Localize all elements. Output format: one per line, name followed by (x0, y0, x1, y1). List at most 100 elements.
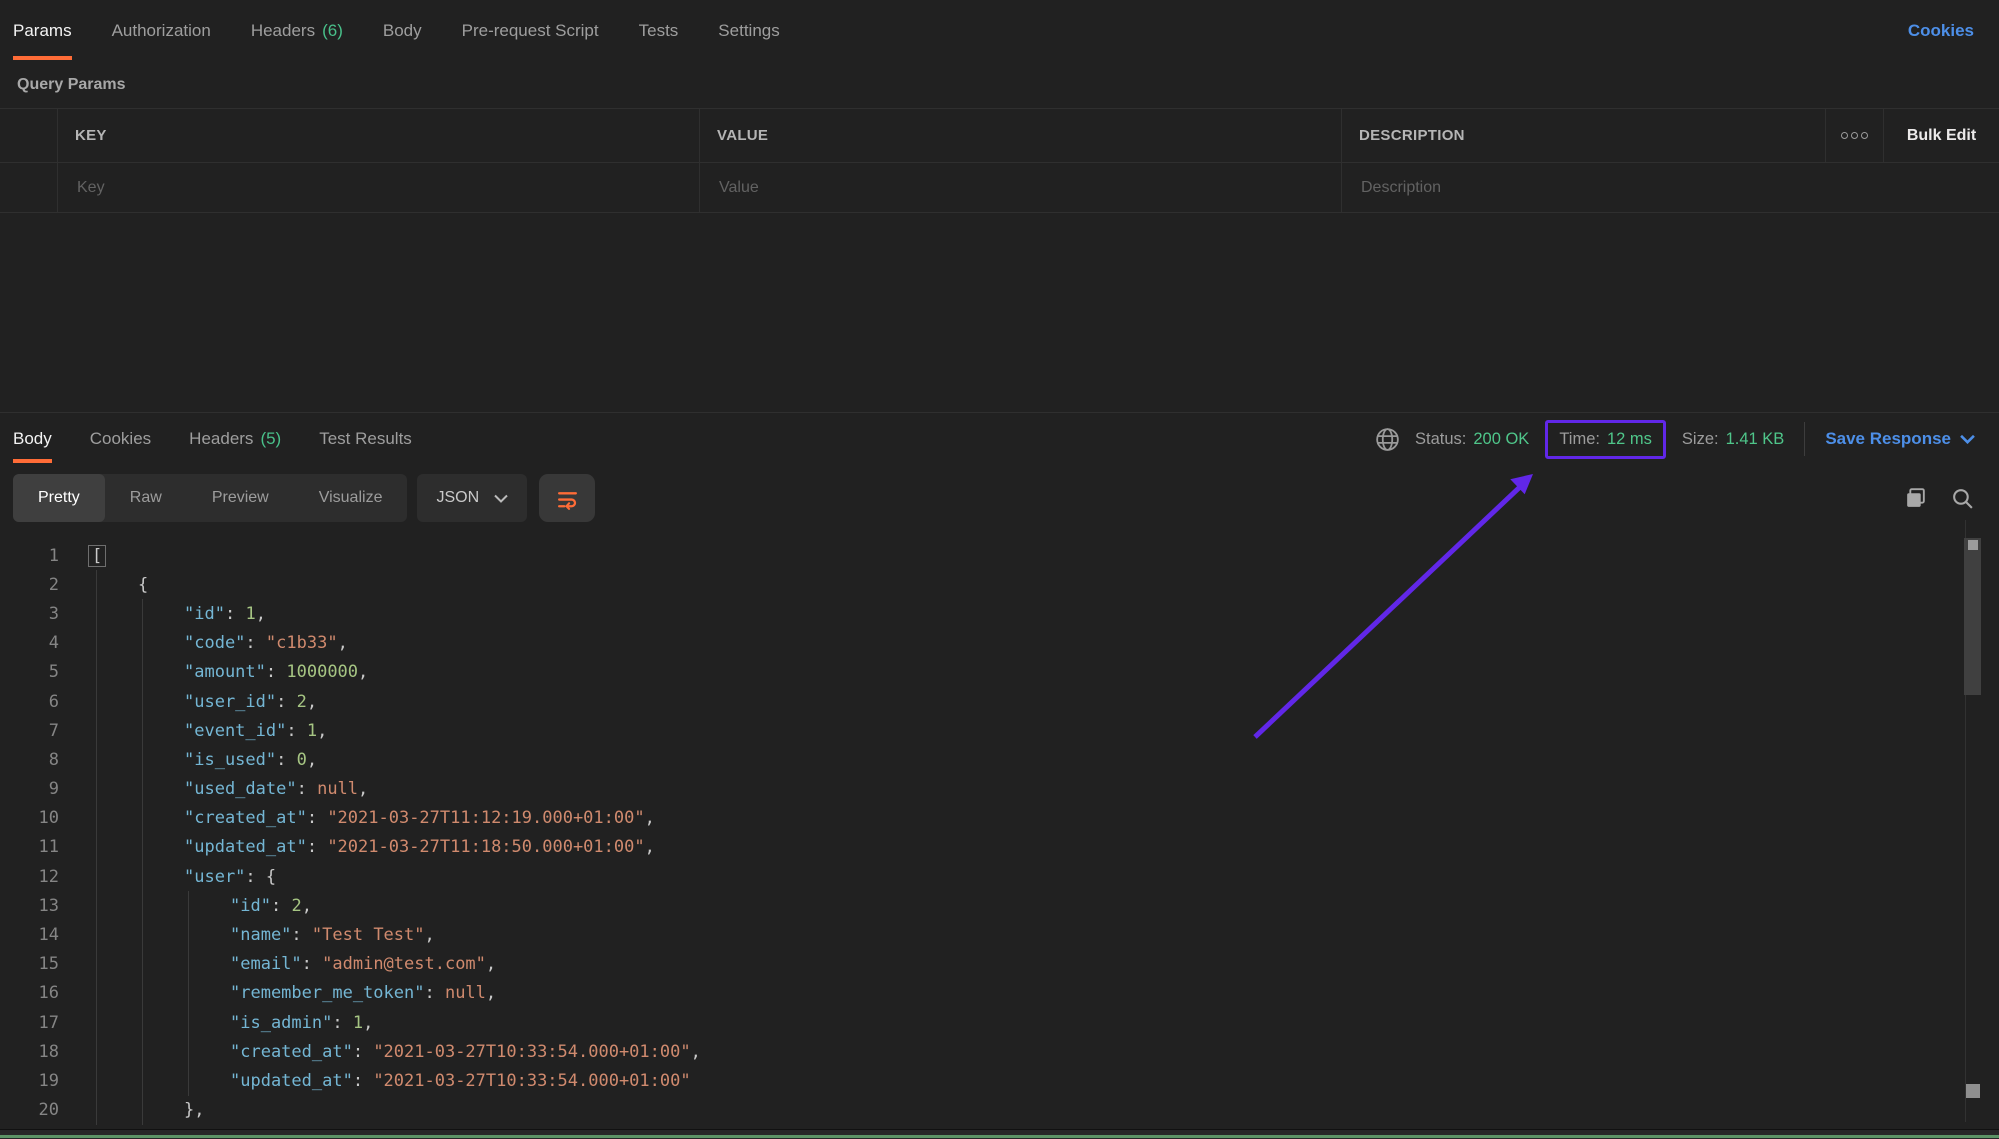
tab-count-badge: (5) (260, 429, 281, 449)
value-input[interactable] (717, 178, 1283, 198)
code-line: 5"amount": 1000000, (0, 658, 1969, 687)
code-cell: "is_used": 0, (76, 745, 1969, 774)
code-text: "name": "Test Test", (76, 925, 435, 945)
code-line: 8"is_used": 0, (0, 745, 1969, 774)
code-text: "created_at": "2021-03-27T11:12:19.000+0… (76, 808, 655, 828)
code-token: : { (245, 867, 276, 887)
tab-label: Params (13, 21, 72, 41)
indent-guide (142, 775, 143, 804)
indent-guide (142, 950, 143, 979)
response-meta: Status: 200 OK Time: 12 ms Size: 1.41 KB… (1374, 420, 1975, 459)
request-tab-settings[interactable]: Settings (718, 0, 779, 62)
indent-guide (142, 979, 143, 1008)
divider (1804, 422, 1805, 456)
code-token: , (486, 983, 496, 1003)
code-line: 18"created_at": "2021-03-27T10:33:54.000… (0, 1037, 1969, 1066)
request-tab-body[interactable]: Body (383, 0, 422, 62)
code-token: , (691, 1042, 701, 1062)
code-text: "id": 2, (76, 896, 312, 916)
view-mode-raw[interactable]: Raw (105, 474, 187, 522)
code-token: "2021-03-27T11:18:50.000+01:00" (327, 837, 644, 857)
code-token: "created_at" (230, 1042, 353, 1062)
code-token: , (358, 662, 368, 682)
code-cell: "is_admin": 1, (76, 1008, 1969, 1037)
code-token: "2021-03-27T10:33:54.000+01:00" (373, 1042, 690, 1062)
line-number: 5 (0, 662, 76, 682)
time-label: Time: (1559, 430, 1600, 449)
line-number: 17 (0, 1013, 76, 1033)
save-response-button[interactable]: Save Response (1825, 429, 1975, 449)
code-token: : (225, 604, 245, 624)
response-tab-body[interactable]: Body (13, 413, 52, 465)
code-token: : (353, 1071, 373, 1091)
response-section: Body Cookies Headers(5) Test Results Status… (0, 412, 1999, 1138)
scrollbar-thumb[interactable] (1964, 538, 1981, 695)
code-cell: "remember_me_token": null, (76, 979, 1969, 1008)
code-cell: "created_at": "2021-03-27T10:33:54.000+0… (76, 1037, 1969, 1066)
indent-guide (188, 979, 189, 1008)
tab-label: Body (383, 21, 422, 41)
viewer-actions (1903, 486, 1975, 511)
indent-guide (142, 920, 143, 949)
request-tab-params[interactable]: Params (13, 0, 72, 62)
indent-guide (142, 891, 143, 920)
code-token: "amount" (184, 662, 266, 682)
request-tab-pre-request-script[interactable]: Pre-request Script (462, 0, 599, 62)
response-tab-cookies[interactable]: Cookies (90, 413, 151, 465)
code-token: }, (184, 1100, 204, 1120)
code-token: , (338, 633, 348, 653)
description-column-label: DESCRIPTION (1359, 127, 1465, 144)
code-line: 12"user": { (0, 862, 1969, 891)
copy-button[interactable] (1903, 486, 1928, 511)
key-input[interactable] (75, 178, 641, 198)
response-tab-list: Body Cookies Headers(5) Test Results (13, 413, 412, 465)
line-number: 6 (0, 692, 76, 712)
code-text: "remember_me_token": null, (76, 983, 496, 1003)
indent-guide (96, 687, 97, 716)
indent-guide (96, 745, 97, 774)
search-icon (1950, 486, 1975, 511)
request-tab-tests[interactable]: Tests (639, 0, 679, 62)
cookies-link[interactable]: Cookies (1908, 21, 1974, 41)
chevron-down-icon (494, 494, 508, 503)
tab-label: Headers (251, 21, 315, 41)
code-cell: }, (76, 1096, 1969, 1125)
code-token: , (358, 779, 368, 799)
code-cell: "used_date": null, (76, 775, 1969, 804)
bulk-edit-button[interactable]: Bulk Edit (1901, 126, 1982, 146)
code-token: : (276, 692, 296, 712)
code-token: , (486, 954, 496, 974)
indent-guide (142, 1096, 143, 1125)
request-tab-headers[interactable]: Headers(6) (251, 0, 343, 62)
globe-icon[interactable] (1374, 426, 1401, 453)
search-button[interactable] (1950, 486, 1975, 511)
language-value: JSON (436, 489, 479, 507)
response-tab-test-results[interactable]: Test Results (319, 413, 412, 465)
indent-guide (96, 979, 97, 1008)
view-mode-pretty[interactable]: Pretty (13, 474, 105, 522)
request-tab-authorization[interactable]: Authorization (112, 0, 211, 62)
view-mode-visualize[interactable]: Visualize (294, 474, 408, 522)
code-token: [ (88, 545, 106, 567)
code-token: , (307, 692, 317, 712)
request-tabs: Params Authorization Headers(6) Body Pre-req… (0, 0, 1999, 62)
code-token: "id" (184, 604, 225, 624)
response-header: Body Cookies Headers(5) Test Results Status… (0, 413, 1999, 465)
code-text: "used_date": null, (76, 779, 368, 799)
status-value: 200 OK (1473, 430, 1529, 449)
wrap-text-button[interactable] (539, 474, 595, 522)
save-response-label: Save Response (1825, 429, 1951, 449)
language-dropdown[interactable]: JSON (417, 474, 527, 522)
more-options-icon (1841, 132, 1848, 139)
code-cell: "user": { (76, 862, 1969, 891)
indent-guide (96, 950, 97, 979)
more-options-button[interactable] (1826, 109, 1884, 162)
code-token: , (363, 1013, 373, 1033)
view-mode-preview[interactable]: Preview (187, 474, 294, 522)
response-body-json[interactable]: 1[2{3"id": 1,4"code": "c1b33",5"amount":… (0, 541, 1969, 1125)
code-cell: "code": "c1b33", (76, 629, 1969, 658)
response-tab-headers[interactable]: Headers(5) (189, 413, 281, 465)
code-token: 1000000 (286, 662, 358, 682)
description-input[interactable] (1359, 178, 1939, 198)
code-line: 17"is_admin": 1, (0, 1008, 1969, 1037)
